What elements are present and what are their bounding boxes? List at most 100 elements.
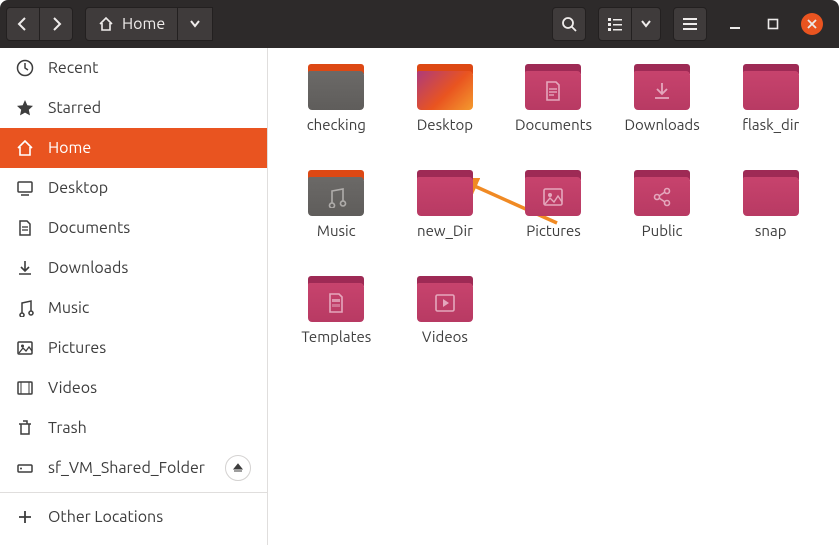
star-icon <box>16 99 34 117</box>
home-icon <box>16 139 34 157</box>
folder-icon <box>417 276 473 322</box>
window-maximize-button[interactable] <box>763 14 783 34</box>
clock-icon <box>16 59 34 77</box>
file-label: Templates <box>301 328 371 345</box>
desktop-icon <box>16 179 34 197</box>
folder-icon <box>743 170 799 216</box>
file-label: Videos <box>422 328 468 345</box>
chevron-down-icon <box>190 20 200 28</box>
folder-icon <box>743 64 799 110</box>
search-button[interactable] <box>552 7 586 41</box>
sidebar-item-label: Pictures <box>48 339 106 357</box>
view-dropdown-button[interactable] <box>631 7 661 41</box>
sidebar-item-label: Starred <box>48 99 101 117</box>
sidebar: Recent Starred Home Desktop Documents Do… <box>0 48 268 545</box>
file-label: Pictures <box>526 222 581 239</box>
folder-icon <box>417 64 473 110</box>
file-item[interactable]: Documents <box>503 62 604 162</box>
maximize-icon <box>767 18 779 30</box>
sidebar-item-label: Trash <box>48 419 87 437</box>
folder-icon <box>417 170 473 216</box>
nav-forward-button[interactable] <box>39 7 73 41</box>
sidebar-item-label: sf_VM_Shared_Folder <box>48 459 205 477</box>
sidebar-item-label: Videos <box>48 379 97 397</box>
sidebar-item-shared-folder[interactable]: sf_VM_Shared_Folder <box>0 448 267 488</box>
eject-button[interactable] <box>225 455 251 481</box>
list-icon <box>607 17 623 31</box>
file-label: Documents <box>515 116 592 133</box>
sidebar-item-documents[interactable]: Documents <box>0 208 267 248</box>
sidebar-item-recent[interactable]: Recent <box>0 48 267 88</box>
folder-icon <box>308 170 364 216</box>
sidebar-item-label: Downloads <box>48 259 128 277</box>
file-label: checking <box>307 116 366 133</box>
folder-icon <box>308 64 364 110</box>
titlebar: Home <box>0 0 839 48</box>
download-icon <box>16 259 34 277</box>
path-dropdown-button[interactable] <box>177 7 213 41</box>
file-label: Public <box>642 222 683 239</box>
file-label: flask_dir <box>742 116 799 133</box>
file-item[interactable]: checking <box>286 62 387 162</box>
trash-icon <box>16 419 34 437</box>
sidebar-item-label: Home <box>48 139 91 157</box>
sidebar-item-pictures[interactable]: Pictures <box>0 328 267 368</box>
file-item[interactable]: Videos <box>395 274 496 374</box>
file-item[interactable]: flask_dir <box>720 62 821 162</box>
sidebar-item-label: Documents <box>48 219 130 237</box>
hamburger-icon <box>682 17 698 31</box>
search-icon <box>561 16 577 32</box>
nav-back-button[interactable] <box>6 7 40 41</box>
sidebar-item-home[interactable]: Home <box>0 128 267 168</box>
folder-icon <box>634 170 690 216</box>
sidebar-separator <box>0 492 267 493</box>
pathbar: Home <box>85 7 213 41</box>
music-icon <box>16 299 34 317</box>
sidebar-item-label: Recent <box>48 59 98 77</box>
video-icon <box>16 379 34 397</box>
sidebar-item-other-locations[interactable]: Other Locations <box>0 497 267 537</box>
sidebar-item-label: Other Locations <box>48 508 163 526</box>
folder-icon <box>634 64 690 110</box>
document-icon <box>16 219 34 237</box>
drive-icon <box>16 459 34 477</box>
home-icon <box>98 16 114 32</box>
sidebar-item-music[interactable]: Music <box>0 288 267 328</box>
sidebar-item-trash[interactable]: Trash <box>0 408 267 448</box>
view-list-button[interactable] <box>598 7 632 41</box>
file-label: Music <box>317 222 356 239</box>
folder-icon <box>308 276 364 322</box>
file-item[interactable]: Music <box>286 168 387 268</box>
path-home-label: Home <box>122 15 165 33</box>
file-item[interactable]: snap <box>720 168 821 268</box>
file-label: Downloads <box>624 116 699 133</box>
file-label: Desktop <box>417 116 473 133</box>
file-item[interactable]: Pictures <box>503 168 604 268</box>
file-label: new_Dir <box>417 222 473 239</box>
minimize-icon <box>728 17 742 31</box>
picture-icon <box>16 339 34 357</box>
chevron-down-icon <box>641 20 651 28</box>
file-item[interactable]: new_Dir <box>395 168 496 268</box>
sidebar-item-desktop[interactable]: Desktop <box>0 168 267 208</box>
file-item[interactable]: Desktop <box>395 62 496 162</box>
sidebar-item-starred[interactable]: Starred <box>0 88 267 128</box>
file-item[interactable]: Templates <box>286 274 387 374</box>
folder-icon <box>525 170 581 216</box>
file-item[interactable]: Public <box>612 168 713 268</box>
plus-icon <box>16 508 34 526</box>
file-item[interactable]: Downloads <box>612 62 713 162</box>
close-icon <box>807 19 817 29</box>
file-grid: checking Desktop Documents Downloads flask_d… <box>268 48 839 545</box>
window-minimize-button[interactable] <box>725 14 745 34</box>
hamburger-menu-button[interactable] <box>673 7 707 41</box>
sidebar-item-videos[interactable]: Videos <box>0 368 267 408</box>
folder-icon <box>525 64 581 110</box>
sidebar-item-label: Desktop <box>48 179 108 197</box>
file-label: snap <box>755 222 787 239</box>
path-home-button[interactable]: Home <box>85 7 178 41</box>
sidebar-item-label: Music <box>48 299 89 317</box>
window-close-button[interactable] <box>801 13 823 35</box>
eject-icon <box>232 462 244 474</box>
sidebar-item-downloads[interactable]: Downloads <box>0 248 267 288</box>
